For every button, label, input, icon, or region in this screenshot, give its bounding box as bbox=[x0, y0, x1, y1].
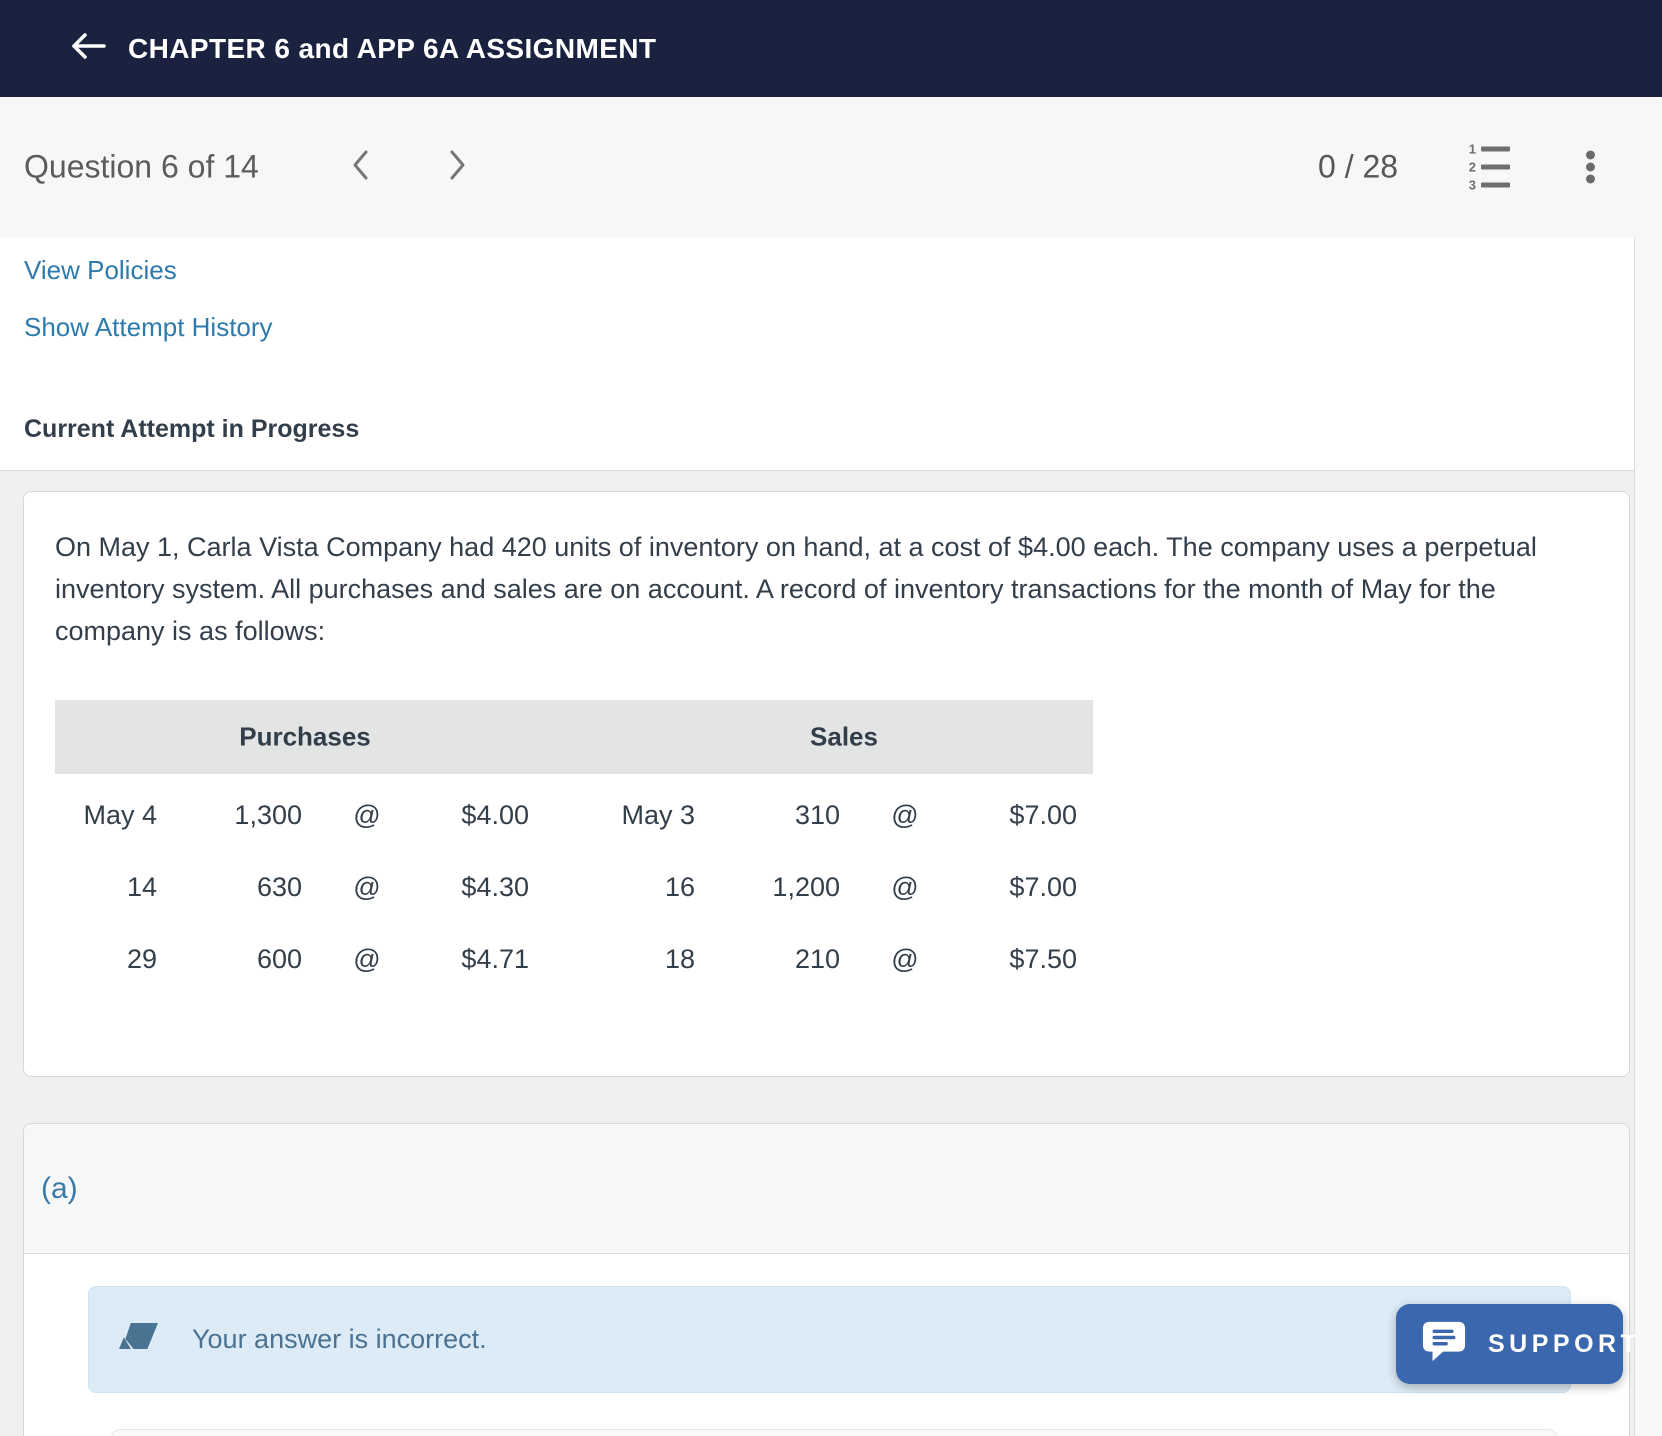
purchase-date: May 4 bbox=[83, 799, 157, 830]
eraser-icon bbox=[119, 1321, 159, 1358]
at-symbol: @ bbox=[891, 943, 919, 974]
sale-price: $7.00 bbox=[1009, 799, 1077, 830]
purchase-qty: 630 bbox=[256, 871, 302, 902]
part-a-header: (a) bbox=[24, 1124, 1629, 1254]
question-text: On May 1, Carla Vista Company had 420 un… bbox=[55, 532, 1537, 646]
chat-bubble-icon bbox=[1421, 1320, 1467, 1369]
attempt-panel: View Policies Show Attempt History Curre… bbox=[0, 237, 1634, 471]
purchase-date: 29 bbox=[126, 943, 157, 974]
assignment-title: CHAPTER 6 and APP 6A ASSIGNMENT bbox=[128, 32, 657, 64]
inventory-transactions-table: Purchases Sales May 4 1,300 @ $4.00 May … bbox=[55, 700, 1093, 995]
sale-qty: 210 bbox=[794, 943, 840, 974]
assignment-page: CHAPTER 6 and APP 6A ASSIGNMENT Question… bbox=[0, 0, 1662, 1436]
feedback-text: Your answer is incorrect. bbox=[192, 1324, 487, 1354]
score-display: 0 / 28 bbox=[1318, 148, 1399, 185]
sale-date: May 3 bbox=[621, 799, 695, 830]
support-label: SUPPORT bbox=[1488, 1329, 1641, 1358]
chevron-left-icon bbox=[350, 148, 372, 187]
current-attempt-heading: Current Attempt in Progress bbox=[24, 415, 360, 443]
table-rows: May 4 1,300 @ $4.00 May 3 310 @ $7.00 14… bbox=[55, 774, 1093, 995]
question-list-icon[interactable]: 1 2 3 bbox=[1467, 143, 1510, 192]
purchase-price: $4.71 bbox=[461, 943, 529, 974]
purchase-price: $4.30 bbox=[461, 871, 529, 902]
more-options-icon[interactable] bbox=[1582, 147, 1599, 188]
purchases-header: Purchases bbox=[239, 721, 371, 752]
scrollbar-gutter[interactable] bbox=[1634, 237, 1662, 1436]
sale-qty: 1,200 bbox=[772, 871, 840, 902]
main-content: View Policies Show Attempt History Curre… bbox=[0, 237, 1634, 1436]
sales-header: Sales bbox=[810, 721, 878, 752]
next-question-button[interactable] bbox=[444, 149, 470, 185]
sale-price: $7.00 bbox=[1009, 871, 1077, 902]
part-a-label: (a) bbox=[41, 1171, 78, 1205]
view-policies-link[interactable]: View Policies bbox=[24, 254, 177, 286]
question-position-label: Question 6 of 14 bbox=[24, 148, 259, 185]
at-symbol: @ bbox=[353, 871, 381, 902]
at-symbol: @ bbox=[353, 943, 381, 974]
incorrect-answer-alert: Your answer is incorrect. bbox=[88, 1286, 1571, 1393]
question-toolbar: Question 6 of 14 0 / 28 1 2 3 bbox=[0, 97, 1662, 237]
purchase-qty: 1,300 bbox=[234, 799, 302, 830]
show-attempt-history-link[interactable]: Show Attempt History bbox=[24, 311, 273, 343]
table-header-band: Purchases Sales bbox=[55, 700, 1093, 774]
support-button[interactable]: SUPPORT bbox=[1396, 1304, 1636, 1384]
next-section-peek bbox=[111, 1429, 1558, 1436]
sale-qty: 310 bbox=[794, 799, 840, 830]
sale-price: $7.50 bbox=[1009, 943, 1077, 974]
at-symbol: @ bbox=[891, 799, 919, 830]
purchase-price: $4.00 bbox=[461, 799, 529, 830]
purchase-qty: 600 bbox=[256, 943, 302, 974]
inventory-row: May 4 1,300 @ $4.00 May 3 310 @ $7.00 bbox=[55, 779, 1093, 851]
sale-date: 16 bbox=[664, 871, 695, 902]
sale-date: 18 bbox=[664, 943, 695, 974]
inventory-row: 29 600 @ $4.71 18 210 @ $7.50 bbox=[55, 923, 1093, 995]
at-symbol: @ bbox=[891, 871, 919, 902]
purchase-date: 14 bbox=[126, 871, 157, 902]
top-navigation-bar: CHAPTER 6 and APP 6A ASSIGNMENT bbox=[0, 0, 1662, 97]
inventory-row: 14 630 @ $4.30 16 1,200 @ $7.00 bbox=[55, 851, 1093, 923]
back-button[interactable] bbox=[68, 33, 108, 65]
previous-question-button[interactable] bbox=[348, 149, 374, 185]
chevron-right-icon bbox=[446, 148, 468, 187]
question-card: On May 1, Carla Vista Company had 420 un… bbox=[23, 491, 1630, 1077]
part-a-card: (a) Your answer is incorrect. bbox=[23, 1123, 1630, 1436]
back-arrow-icon bbox=[69, 31, 107, 66]
at-symbol: @ bbox=[353, 799, 381, 830]
